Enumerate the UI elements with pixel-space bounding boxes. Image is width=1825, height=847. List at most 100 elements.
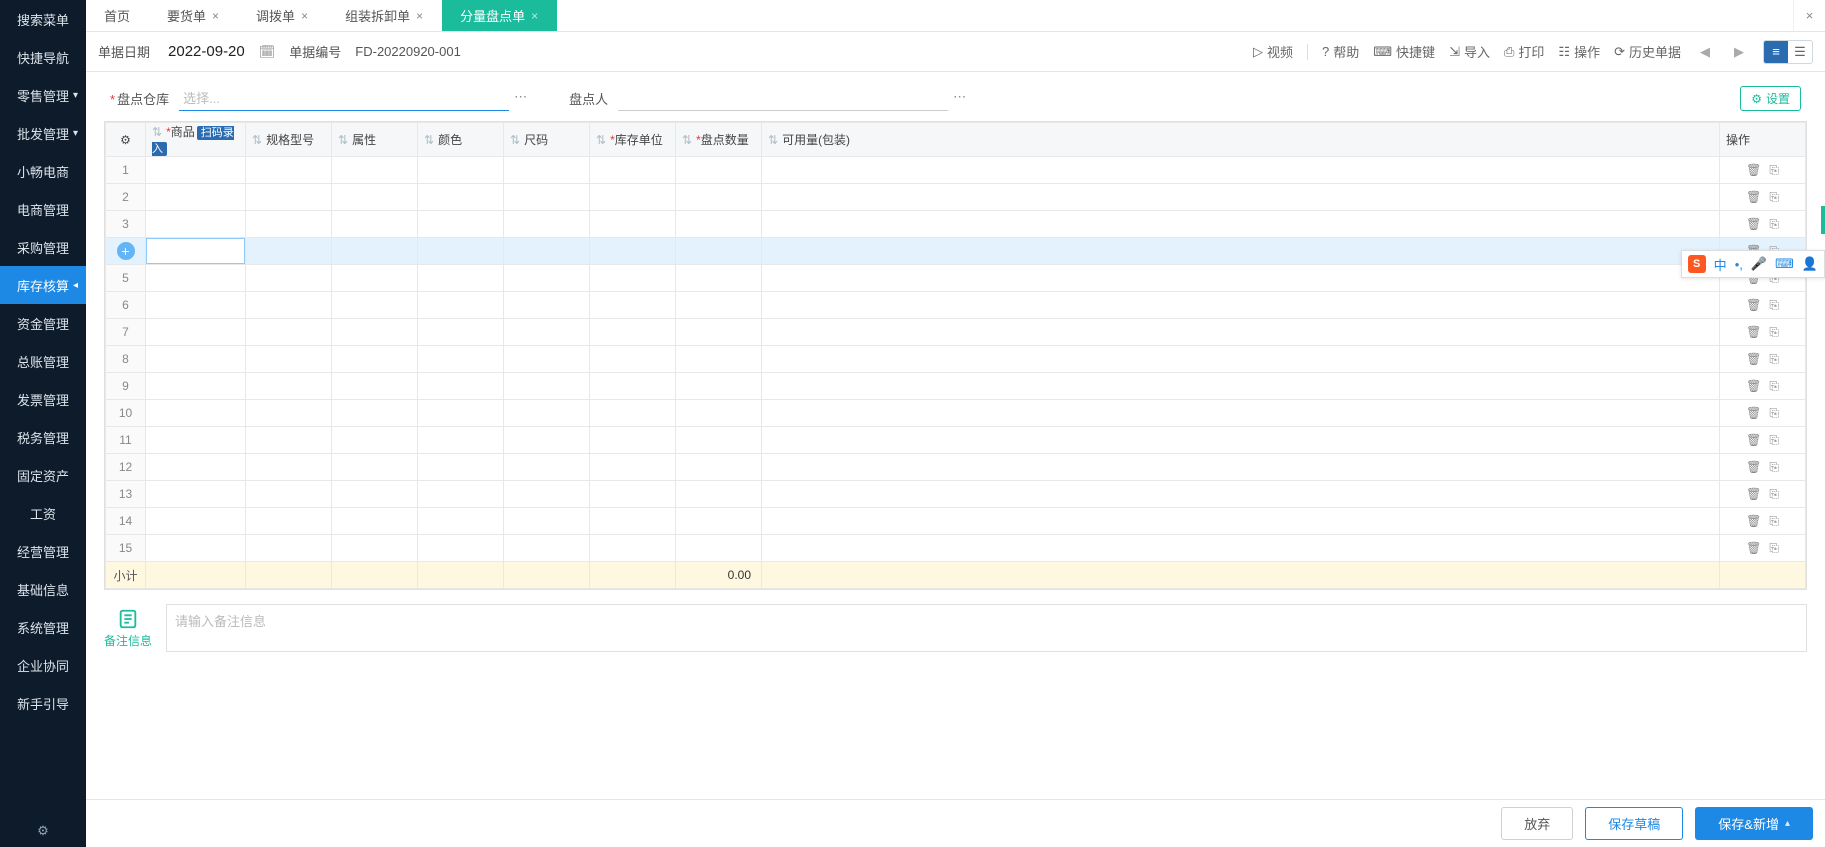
table-row[interactable]: 2🗑⎘ xyxy=(106,184,1806,211)
calendar-icon[interactable]: 🗓 xyxy=(259,44,276,60)
col-avail[interactable]: ⇅可用量(包装) xyxy=(762,123,1720,157)
table-row[interactable]: 10🗑⎘ xyxy=(106,400,1806,427)
copy-row-icon[interactable]: ⎘ xyxy=(1769,433,1779,447)
date-value[interactable]: 2022-09-20 xyxy=(168,43,245,60)
delete-row-icon[interactable]: 🗑 xyxy=(1746,298,1761,312)
sidebar-item-salary[interactable]: 工资 xyxy=(0,494,86,532)
table-row[interactable]: 1🗑⎘ xyxy=(106,157,1806,184)
sidebar-item-inventory[interactable]: 库存核算◂ xyxy=(0,266,86,304)
table-row[interactable]: 15🗑⎘ xyxy=(106,535,1806,562)
sidebar-item-enterprise[interactable]: 企业协同 xyxy=(0,646,86,684)
delete-row-icon[interactable]: 🗑 xyxy=(1746,541,1761,555)
sidebar-settings-icon[interactable]: ⚙ xyxy=(0,815,86,847)
sidebar-item-quick-nav[interactable]: 快捷导航 xyxy=(0,38,86,76)
table-row[interactable]: 5🗑⎘ xyxy=(106,265,1806,292)
save-new-button[interactable]: 保存&新增▴ xyxy=(1695,807,1813,840)
delete-row-icon[interactable]: 🗑 xyxy=(1746,487,1761,501)
col-unit[interactable]: ⇅*库存单位 xyxy=(590,123,676,157)
sidebar-item-purchase[interactable]: 采购管理 xyxy=(0,228,86,266)
remarks-input[interactable] xyxy=(166,604,1807,652)
tab-assembly[interactable]: 组装拆卸单× xyxy=(327,0,442,31)
col-color[interactable]: ⇅颜色 xyxy=(418,123,504,157)
col-product[interactable]: ⇅*商品扫码录入 xyxy=(146,123,246,157)
table-row[interactable]: 12🗑⎘ xyxy=(106,454,1806,481)
ime-logo-icon[interactable]: S xyxy=(1688,255,1706,273)
sidebar-item-guide[interactable]: 新手引导 xyxy=(0,684,86,722)
copy-row-icon[interactable]: ⎘ xyxy=(1769,514,1779,528)
delete-row-icon[interactable]: 🗑 xyxy=(1746,433,1761,447)
copy-row-icon[interactable]: ⎘ xyxy=(1769,190,1779,204)
ime-punct-icon[interactable]: •, xyxy=(1735,257,1743,272)
delete-row-icon[interactable]: 🗑 xyxy=(1746,379,1761,393)
sidebar-item-invoice[interactable]: 发票管理 xyxy=(0,380,86,418)
copy-row-icon[interactable]: ⎘ xyxy=(1769,163,1779,177)
close-icon[interactable]: × xyxy=(531,9,538,23)
warehouse-input[interactable] xyxy=(179,87,509,111)
table-row[interactable]: 7🗑⎘ xyxy=(106,319,1806,346)
delete-row-icon[interactable]: 🗑 xyxy=(1746,163,1761,177)
print-button[interactable]: ⎙ 打印 xyxy=(1504,42,1544,61)
tab-request[interactable]: 要货单× xyxy=(149,0,238,31)
table-row[interactable]: 14🗑⎘ xyxy=(106,508,1806,535)
table-row[interactable]: 11🗑⎘ xyxy=(106,427,1806,454)
save-draft-button[interactable]: 保存草稿 xyxy=(1585,807,1683,840)
ime-mic-icon[interactable]: 🎤 xyxy=(1751,256,1767,272)
ime-user-icon[interactable]: 👤 xyxy=(1802,256,1818,272)
settings-button[interactable]: ⚙ 设置 xyxy=(1740,86,1801,111)
sidebar-item-wholesale[interactable]: 批发管理▾ xyxy=(0,114,86,152)
delete-row-icon[interactable]: 🗑 xyxy=(1746,190,1761,204)
copy-row-icon[interactable]: ⎘ xyxy=(1769,487,1779,501)
sidebar-item-system[interactable]: 系统管理 xyxy=(0,608,86,646)
tabs-close-all[interactable]: × xyxy=(1793,0,1825,31)
tab-home[interactable]: 首页 xyxy=(86,0,149,31)
col-size[interactable]: ⇅尺码 xyxy=(504,123,590,157)
close-icon[interactable]: × xyxy=(301,9,308,23)
history-button[interactable]: ⟳ 历史单据 xyxy=(1614,42,1681,61)
auditor-picker-icon[interactable]: ⋯ xyxy=(953,89,968,105)
delete-row-icon[interactable]: 🗑 xyxy=(1746,352,1761,366)
copy-row-icon[interactable]: ⎘ xyxy=(1769,325,1779,339)
product-cell-input[interactable] xyxy=(146,238,245,264)
auditor-input[interactable] xyxy=(618,87,948,111)
video-button[interactable]: ▷ 视频 xyxy=(1253,42,1293,61)
sidebar-item-tax[interactable]: 税务管理 xyxy=(0,418,86,456)
view-list-button[interactable]: ≡ xyxy=(1764,41,1788,63)
warehouse-picker-icon[interactable]: ⋯ xyxy=(514,89,529,105)
ime-keyboard-icon[interactable]: ⌨ xyxy=(1775,256,1794,272)
shortcut-button[interactable]: ⌨ 快捷键 xyxy=(1373,42,1435,61)
operate-button[interactable]: ☷ 操作 xyxy=(1558,42,1600,61)
copy-row-icon[interactable]: ⎘ xyxy=(1769,379,1779,393)
tab-inventory-check[interactable]: 分量盘点单× xyxy=(442,0,557,31)
sidebar-item-funds[interactable]: 资金管理 xyxy=(0,304,86,342)
tab-transfer[interactable]: 调拨单× xyxy=(238,0,327,31)
sidebar-item-search-menu[interactable]: 搜索菜单 xyxy=(0,0,86,38)
view-grid-button[interactable]: ☰ xyxy=(1788,41,1812,63)
sidebar-item-basic-info[interactable]: 基础信息 xyxy=(0,570,86,608)
col-attr[interactable]: ⇅属性 xyxy=(332,123,418,157)
table-row[interactable]: 13🗑⎘ xyxy=(106,481,1806,508)
table-row[interactable]: 3🗑⎘ xyxy=(106,211,1806,238)
prev-doc-button[interactable]: ◀ xyxy=(1695,42,1715,62)
ime-lang[interactable]: 中 xyxy=(1714,255,1727,274)
help-button[interactable]: ? 帮助 xyxy=(1322,42,1359,61)
table-row[interactable]: 8🗑⎘ xyxy=(106,346,1806,373)
copy-row-icon[interactable]: ⎘ xyxy=(1769,460,1779,474)
col-qty[interactable]: ⇅*盘点数量 xyxy=(676,123,762,157)
col-spec[interactable]: ⇅规格型号 xyxy=(246,123,332,157)
table-row[interactable]: +🗑⎘ xyxy=(106,238,1806,265)
copy-row-icon[interactable]: ⎘ xyxy=(1769,406,1779,420)
sidebar-item-fixed-assets[interactable]: 固定资产 xyxy=(0,456,86,494)
sidebar-item-ecommerce[interactable]: 电商管理 xyxy=(0,190,86,228)
delete-row-icon[interactable]: 🗑 xyxy=(1746,217,1761,231)
table-row[interactable]: 6🗑⎘ xyxy=(106,292,1806,319)
copy-row-icon[interactable]: ⎘ xyxy=(1769,298,1779,312)
delete-row-icon[interactable]: 🗑 xyxy=(1746,406,1761,420)
discard-button[interactable]: 放弃 xyxy=(1501,807,1573,840)
delete-row-icon[interactable]: 🗑 xyxy=(1746,325,1761,339)
close-icon[interactable]: × xyxy=(212,9,219,23)
table-row[interactable]: 9🗑⎘ xyxy=(106,373,1806,400)
sidebar-item-xiaochang[interactable]: 小畅电商 xyxy=(0,152,86,190)
sidebar-item-ledger[interactable]: 总账管理 xyxy=(0,342,86,380)
delete-row-icon[interactable]: 🗑 xyxy=(1746,460,1761,474)
import-button[interactable]: ⇲ 导入 xyxy=(1449,42,1490,61)
